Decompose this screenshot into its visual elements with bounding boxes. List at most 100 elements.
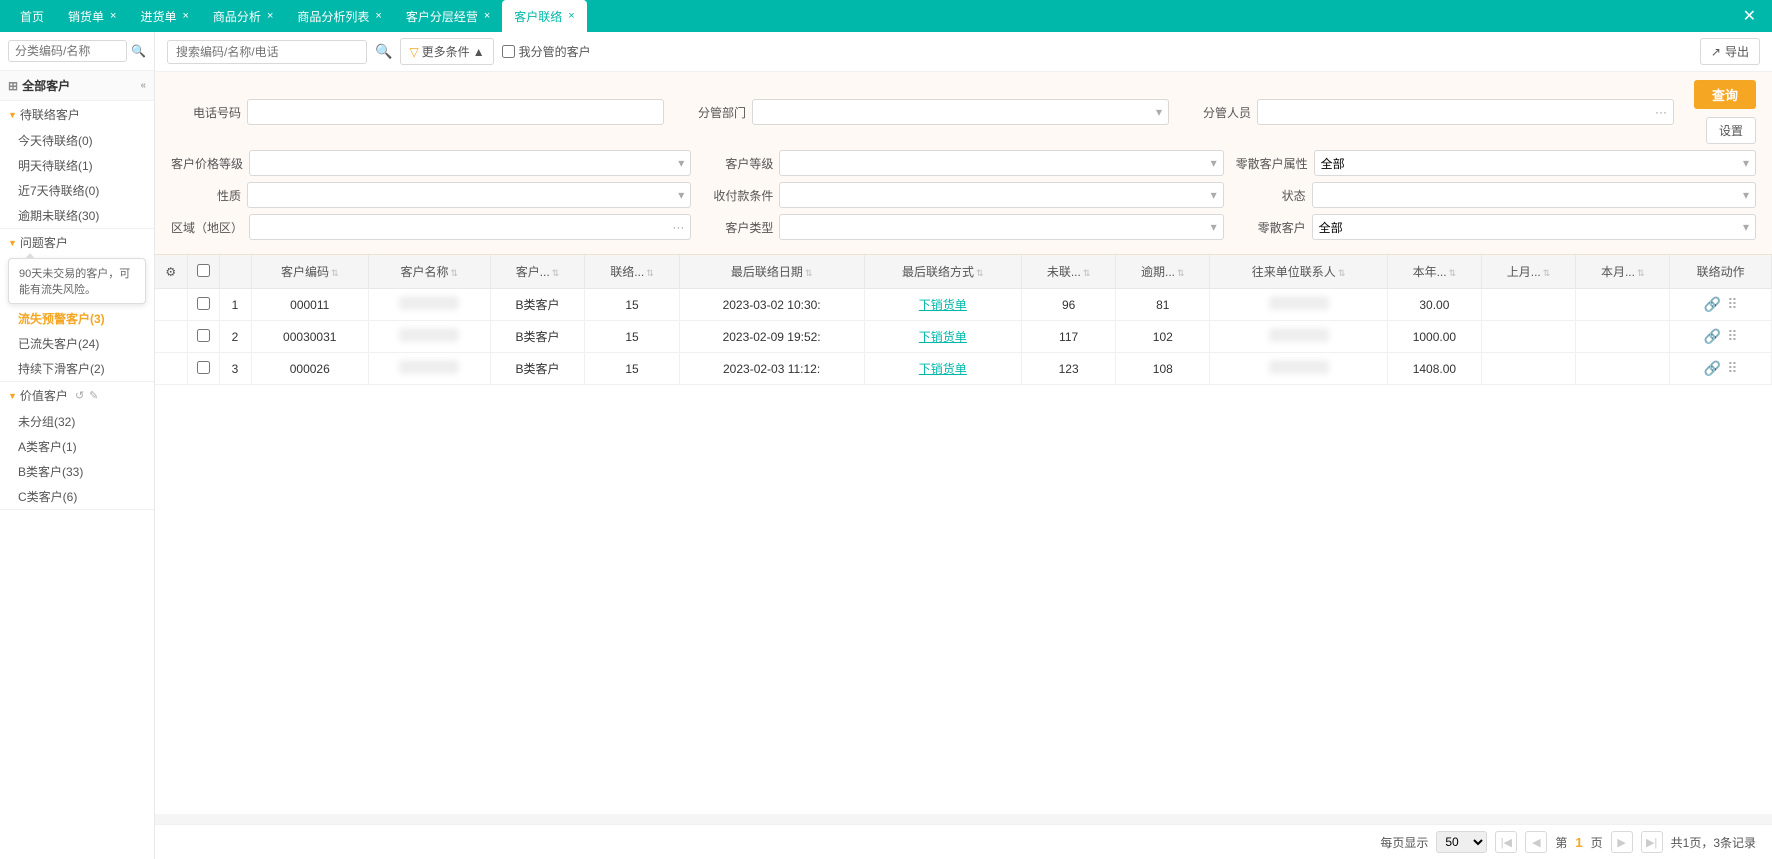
action-link-icon[interactable]: 🔗: [1704, 328, 1721, 345]
row-checkbox[interactable]: [187, 321, 219, 353]
tab-purchase-close[interactable]: ×: [182, 10, 188, 22]
tab-analysis[interactable]: 商品分析 ×: [201, 0, 285, 32]
col-name[interactable]: 客户名称⇅: [368, 255, 490, 289]
col-last-contact-method[interactable]: 最后联络方式⇅: [864, 255, 1021, 289]
sidebar-group-problem-title[interactable]: ▼ 问题客户: [0, 229, 154, 256]
sidebar-group-value-title[interactable]: ▼ 价值客户 ↺ ✎: [0, 382, 154, 409]
row-last-contact-method[interactable]: 下销货单: [864, 353, 1021, 385]
contact-method-link[interactable]: 下销货单: [919, 362, 967, 376]
pagination-last-button[interactable]: ▶|: [1641, 831, 1663, 853]
filter-search-input[interactable]: [167, 40, 367, 64]
action-grid-icon[interactable]: ⠿: [1727, 296, 1737, 313]
tab-analysis-list[interactable]: 商品分析列表 ×: [285, 0, 393, 32]
filter-select-payment[interactable]: ▾: [779, 182, 1223, 208]
col-this-month[interactable]: 本月...⇅: [1576, 255, 1670, 289]
my-customers-checkbox-label[interactable]: 我分管的客户: [502, 43, 591, 60]
row-checkbox[interactable]: [187, 289, 219, 321]
filter-select-region[interactable]: ···: [249, 214, 691, 240]
filter-select-retail-customer[interactable]: 全部▾: [1312, 214, 1756, 240]
contact-method-link[interactable]: 下销货单: [919, 330, 967, 344]
pagination-next-button[interactable]: ▶: [1611, 831, 1633, 853]
all-customers-header[interactable]: ⊞ 全部客户 «: [0, 71, 154, 101]
export-button[interactable]: ↗ 导出: [1700, 38, 1760, 65]
row-select-checkbox[interactable]: [197, 361, 210, 374]
page-size-select[interactable]: 50 100 200: [1436, 831, 1487, 853]
sidebar-item-tomorrow[interactable]: 明天待联络(1): [0, 153, 154, 178]
tab-home[interactable]: 首页: [8, 0, 56, 32]
sidebar-item-churn-warning[interactable]: 流失预警客户(3): [0, 306, 154, 331]
action-link-icon[interactable]: 🔗: [1704, 296, 1721, 313]
table-row: 3 000026 B类客户 15 2023-02-03 11:12: 下销货单 …: [155, 353, 1772, 385]
filter-select-price-level[interactable]: ▾: [249, 150, 691, 176]
dots-icon-2[interactable]: ···: [672, 220, 684, 234]
sidebar-item-overdue[interactable]: 逾期未联络(30): [0, 203, 154, 228]
tab-customer-segment-close[interactable]: ×: [484, 10, 490, 22]
contact-method-link[interactable]: 下销货单: [919, 298, 967, 312]
sidebar-item-class-c[interactable]: C类客户(6): [0, 484, 154, 509]
row-contact: 15: [585, 289, 679, 321]
my-customers-checkbox[interactable]: [502, 45, 515, 58]
col-overdue[interactable]: 逾期...⇅: [1116, 255, 1210, 289]
tab-analysis-list-close[interactable]: ×: [375, 10, 381, 22]
row-last-contact-method[interactable]: 下销货单: [864, 289, 1021, 321]
window-close-button[interactable]: ✕: [1735, 6, 1764, 26]
row-select-checkbox[interactable]: [197, 297, 210, 310]
filter-select-dept[interactable]: ▾: [752, 99, 1169, 125]
filter-input-phone[interactable]: [247, 99, 664, 125]
sidebar-item-7days[interactable]: 近7天待联络(0): [0, 178, 154, 203]
col-settings[interactable]: ⚙: [155, 255, 187, 289]
col-contact[interactable]: 联络...⇅: [585, 255, 679, 289]
sidebar-item-today[interactable]: 今天待联络(0): [0, 128, 154, 153]
table-scrollbar[interactable]: [155, 814, 1772, 824]
filter-select-customer-level[interactable]: ▾: [779, 150, 1223, 176]
col-customer-type[interactable]: 客户...⇅: [490, 255, 585, 289]
tab-sales-close[interactable]: ×: [110, 10, 116, 22]
col-last-contact-date[interactable]: 最后联络日期⇅: [679, 255, 864, 289]
tab-customer-contact[interactable]: 客户联络 ×: [502, 0, 586, 32]
sidebar-item-unclassified[interactable]: 未分组(32): [0, 409, 154, 434]
filter-select-retail-attr[interactable]: 全部▾: [1314, 150, 1756, 176]
filter-select-customer-type[interactable]: ▾: [779, 214, 1223, 240]
tab-customer-contact-close[interactable]: ×: [568, 10, 574, 22]
sidebar-item-class-a[interactable]: A类客户(1): [0, 434, 154, 459]
filter-select-status[interactable]: ▾: [1312, 182, 1756, 208]
action-link-icon[interactable]: 🔗: [1704, 360, 1721, 377]
sidebar-item-declining[interactable]: 持续下滑客户(2): [0, 356, 154, 381]
tab-purchase[interactable]: 进货单 ×: [128, 0, 200, 32]
filter-search-button[interactable]: 🔍: [375, 43, 392, 60]
sidebar-group-pending-title[interactable]: ▼ 待联络客户: [0, 101, 154, 128]
settings-button[interactable]: 设置: [1706, 117, 1756, 144]
edit-icon[interactable]: ✎: [89, 389, 98, 402]
row-select-checkbox[interactable]: [197, 329, 210, 342]
sidebar-search-input[interactable]: [8, 40, 127, 62]
col-uncontacted[interactable]: 未联...⇅: [1022, 255, 1116, 289]
col-code[interactable]: 客户编码⇅: [251, 255, 368, 289]
tab-sales[interactable]: 销货单 ×: [56, 0, 128, 32]
dots-icon[interactable]: ···: [1655, 105, 1667, 119]
pagination-first-button[interactable]: |◀: [1495, 831, 1517, 853]
pagination-prev-button[interactable]: ◀: [1525, 831, 1547, 853]
filter-field-dept: 分管部门 ▾: [676, 99, 1169, 125]
page-size-label: 每页显示: [1380, 834, 1428, 851]
row-last-contact-method[interactable]: 下销货单: [864, 321, 1021, 353]
col-last-month[interactable]: 上月...⇅: [1481, 255, 1575, 289]
sidebar-item-churned[interactable]: 已流失客户(24): [0, 331, 154, 356]
row-checkbox[interactable]: [187, 353, 219, 385]
row-this-month: [1576, 353, 1670, 385]
action-grid-icon[interactable]: ⠿: [1727, 360, 1737, 377]
sidebar-item-class-b[interactable]: B类客户(33): [0, 459, 154, 484]
col-this-year[interactable]: 本年...⇅: [1387, 255, 1481, 289]
action-grid-icon[interactable]: ⠿: [1727, 328, 1737, 345]
refresh-icon[interactable]: ↺: [75, 389, 84, 402]
filter-more-conditions-button[interactable]: ▽ 更多条件 ▲: [400, 38, 493, 65]
sidebar-collapse-icon[interactable]: «: [140, 80, 146, 91]
filter-select-nature[interactable]: ▾: [247, 182, 691, 208]
filter-select-manager[interactable]: ···: [1257, 99, 1674, 125]
select-all-checkbox[interactable]: [197, 264, 210, 277]
filter-label-price-level: 客户价格等级: [171, 155, 243, 172]
sort-icon-year: ⇅: [1449, 268, 1457, 278]
query-button[interactable]: 查询: [1694, 80, 1756, 109]
tab-customer-segment[interactable]: 客户分层经营 ×: [394, 0, 502, 32]
tab-analysis-close[interactable]: ×: [267, 10, 273, 22]
col-unit-contact[interactable]: 往来单位联系人⇅: [1210, 255, 1387, 289]
